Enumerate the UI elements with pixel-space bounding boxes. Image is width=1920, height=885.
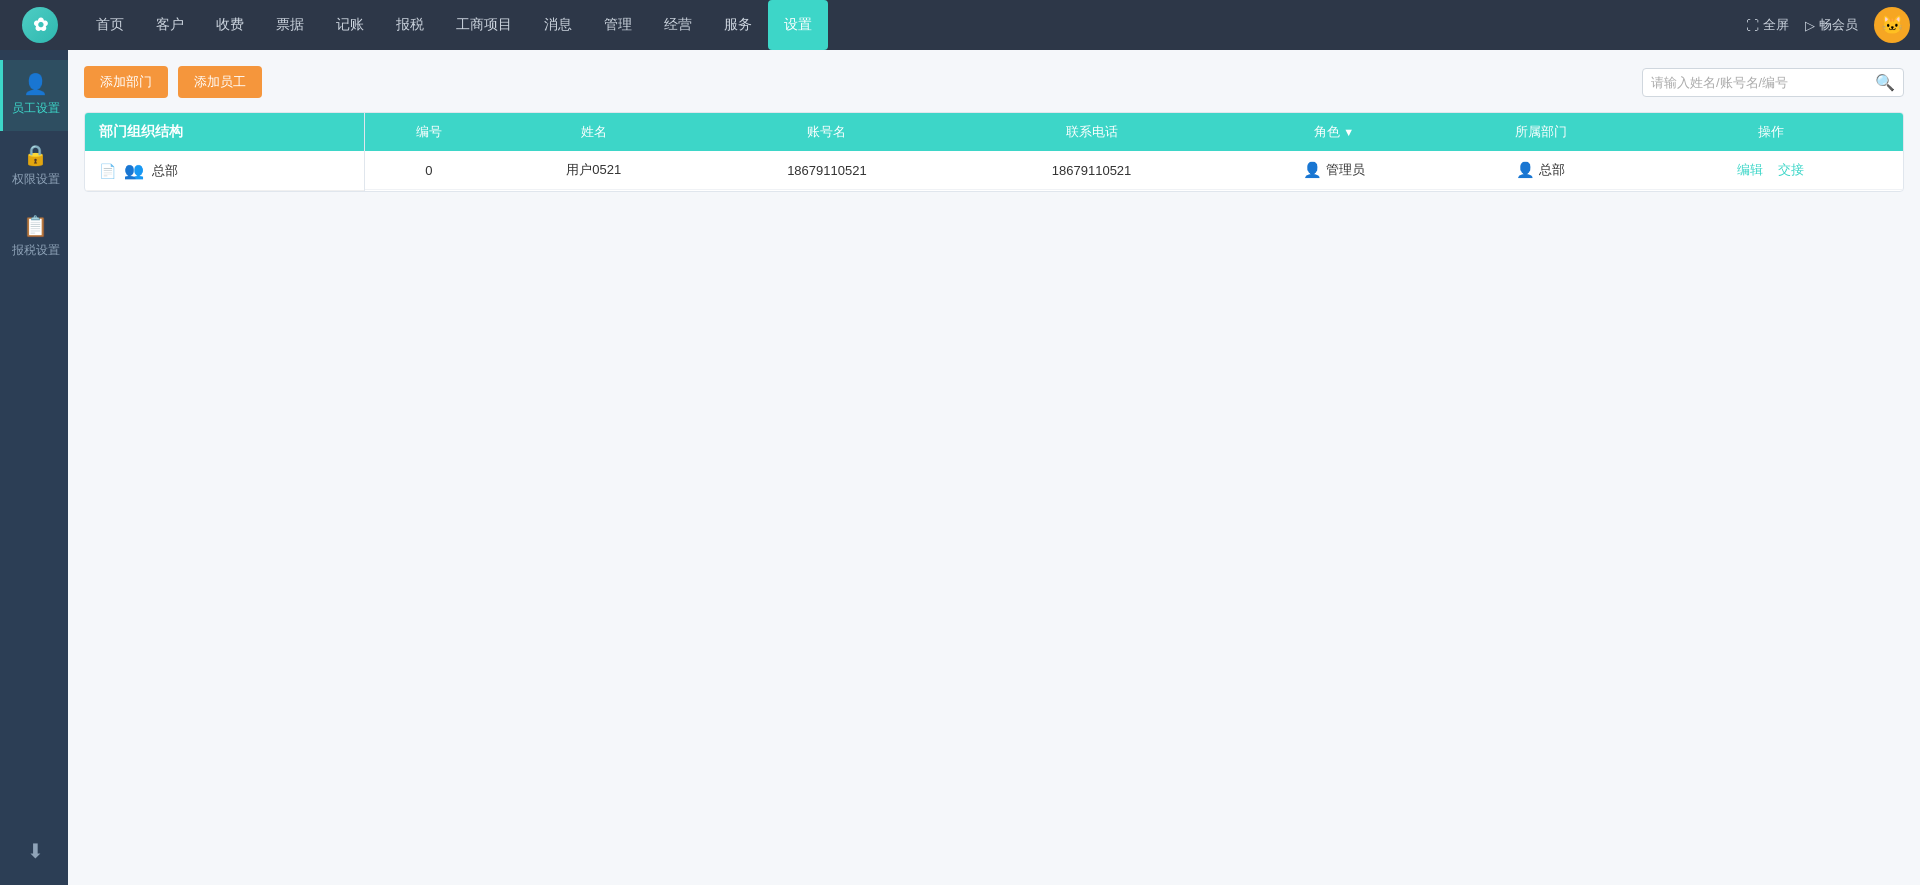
nav-item-tax[interactable]: 报税 [380, 0, 440, 50]
lock-icon: 🔒 [23, 145, 48, 165]
nav-menu: 首页 客户 收费 票据 记账 报税 工商项目 消息 管理 经营 服务 设置 [80, 0, 1746, 50]
dept-item-name: 总部 [152, 162, 178, 180]
nav-item-invoice[interactable]: 票据 [260, 0, 320, 50]
table-body: 0 用户0521 18679110521 18679110521 👤 管理员 [365, 151, 1903, 190]
employee-table: 编号 姓名 账号名 联系电话 角色 ▼ 所属部门 操作 [365, 113, 1903, 190]
play-icon: ▷ [1805, 18, 1815, 33]
table-row: 0 用户0521 18679110521 18679110521 👤 管理员 [365, 151, 1903, 190]
search-icon: 🔍 [1875, 73, 1895, 92]
col-header-account: 账号名 [695, 113, 960, 151]
fullscreen-button[interactable]: ⛶ 全屏 [1746, 16, 1789, 34]
cell-actions: 编辑 交接 [1638, 151, 1903, 190]
sidebar-item-employee-label: 员工设置 [12, 100, 60, 117]
role-filter-icon[interactable]: ▼ [1343, 126, 1354, 138]
tax-icon: 📋 [23, 216, 48, 236]
search-input[interactable] [1651, 75, 1871, 90]
sidebar-item-download[interactable]: ⬇ [0, 827, 68, 875]
col-header-name: 姓名 [493, 113, 695, 151]
cell-phone: 18679110521 [959, 151, 1224, 190]
role-name: 管理员 [1326, 161, 1365, 179]
cell-account: 18679110521 [695, 151, 960, 190]
sidebar-item-permission[interactable]: 🔒 权限设置 [0, 131, 68, 202]
top-navigation: ✿ 首页 客户 收费 票据 记账 报税 工商项目 消息 管理 经营 服务 设置 … [0, 0, 1920, 50]
role-person-icon: 👤 [1303, 161, 1322, 179]
toolbar: 添加部门 添加员工 🔍 [84, 66, 1904, 98]
content-area: 部门组织结构 📄 👥 总部 编号 姓名 账号名 联系电话 [84, 112, 1904, 192]
nav-item-settings[interactable]: 设置 [768, 0, 828, 50]
sidebar-item-permission-label: 权限设置 [12, 171, 60, 188]
role-badge: 👤 管理员 [1303, 161, 1365, 179]
transfer-link[interactable]: 交接 [1778, 162, 1804, 177]
dept-badge: 👤 总部 [1516, 161, 1565, 179]
toolbar-left: 添加部门 添加员工 [84, 66, 262, 98]
dept-item-root[interactable]: 📄 👥 总部 [85, 151, 364, 191]
col-header-role[interactable]: 角色 ▼ [1224, 113, 1444, 151]
sidebar-item-tax-settings[interactable]: 📋 报税设置 [0, 202, 68, 273]
cell-dept: 👤 总部 [1444, 151, 1638, 190]
employee-icon: 👤 [23, 74, 48, 94]
dept-panel-header: 部门组织结构 [85, 113, 364, 151]
nav-item-operation[interactable]: 经营 [648, 0, 708, 50]
table-header: 编号 姓名 账号名 联系电话 角色 ▼ 所属部门 操作 [365, 113, 1903, 151]
member-label: 畅会员 [1819, 16, 1858, 34]
col-header-id: 编号 [365, 113, 493, 151]
fullscreen-icon: ⛶ [1746, 18, 1759, 33]
nav-item-manage[interactable]: 管理 [588, 0, 648, 50]
sidebar-bottom: ⬇ [0, 827, 68, 885]
dept-file-icon: 📄 [99, 163, 116, 179]
nav-item-client[interactable]: 客户 [140, 0, 200, 50]
nav-item-bookkeeping[interactable]: 记账 [320, 0, 380, 50]
nav-item-message[interactable]: 消息 [528, 0, 588, 50]
edit-link[interactable]: 编辑 [1737, 162, 1763, 177]
dept-name: 总部 [1539, 161, 1565, 179]
member-button[interactable]: ▷ 畅会员 [1805, 16, 1858, 34]
user-avatar[interactable]: 🐱 [1874, 7, 1910, 43]
col-header-phone: 联系电话 [959, 113, 1224, 151]
search-button[interactable]: 🔍 [1875, 73, 1895, 92]
fullscreen-label: 全屏 [1763, 16, 1789, 34]
nav-item-home[interactable]: 首页 [80, 0, 140, 50]
dept-person-badge-icon: 👤 [1516, 161, 1535, 179]
nav-right-area: ⛶ 全屏 ▷ 畅会员 🐱 [1746, 7, 1910, 43]
main-content: 添加部门 添加员工 🔍 部门组织结构 📄 👥 总部 [68, 50, 1920, 885]
cell-id: 0 [365, 151, 493, 190]
search-box: 🔍 [1642, 68, 1904, 97]
add-dept-button[interactable]: 添加部门 [84, 66, 168, 98]
col-header-dept: 所属部门 [1444, 113, 1638, 151]
col-header-action: 操作 [1638, 113, 1903, 151]
sidebar-item-employee[interactable]: 👤 员工设置 [0, 60, 68, 131]
cell-name: 用户0521 [493, 151, 695, 190]
cell-role: 👤 管理员 [1224, 151, 1444, 190]
app-logo: ✿ [10, 7, 70, 43]
dept-panel: 部门组织结构 📄 👥 总部 [85, 113, 365, 191]
sidebar: 👤 员工设置 🔒 权限设置 📋 报税设置 ⬇ [0, 50, 68, 885]
logo-icon: ✿ [22, 7, 58, 43]
table-panel: 编号 姓名 账号名 联系电话 角色 ▼ 所属部门 操作 [365, 113, 1903, 191]
dept-person-icon: 👥 [124, 161, 144, 180]
sidebar-item-tax-label: 报税设置 [12, 242, 60, 259]
download-icon: ⬇ [27, 841, 44, 861]
add-employee-button[interactable]: 添加员工 [178, 66, 262, 98]
nav-item-business[interactable]: 工商项目 [440, 0, 528, 50]
main-layout: 👤 员工设置 🔒 权限设置 📋 报税设置 ⬇ 添加部门 添加员工 [0, 50, 1920, 885]
nav-item-service[interactable]: 服务 [708, 0, 768, 50]
nav-item-fee[interactable]: 收费 [200, 0, 260, 50]
